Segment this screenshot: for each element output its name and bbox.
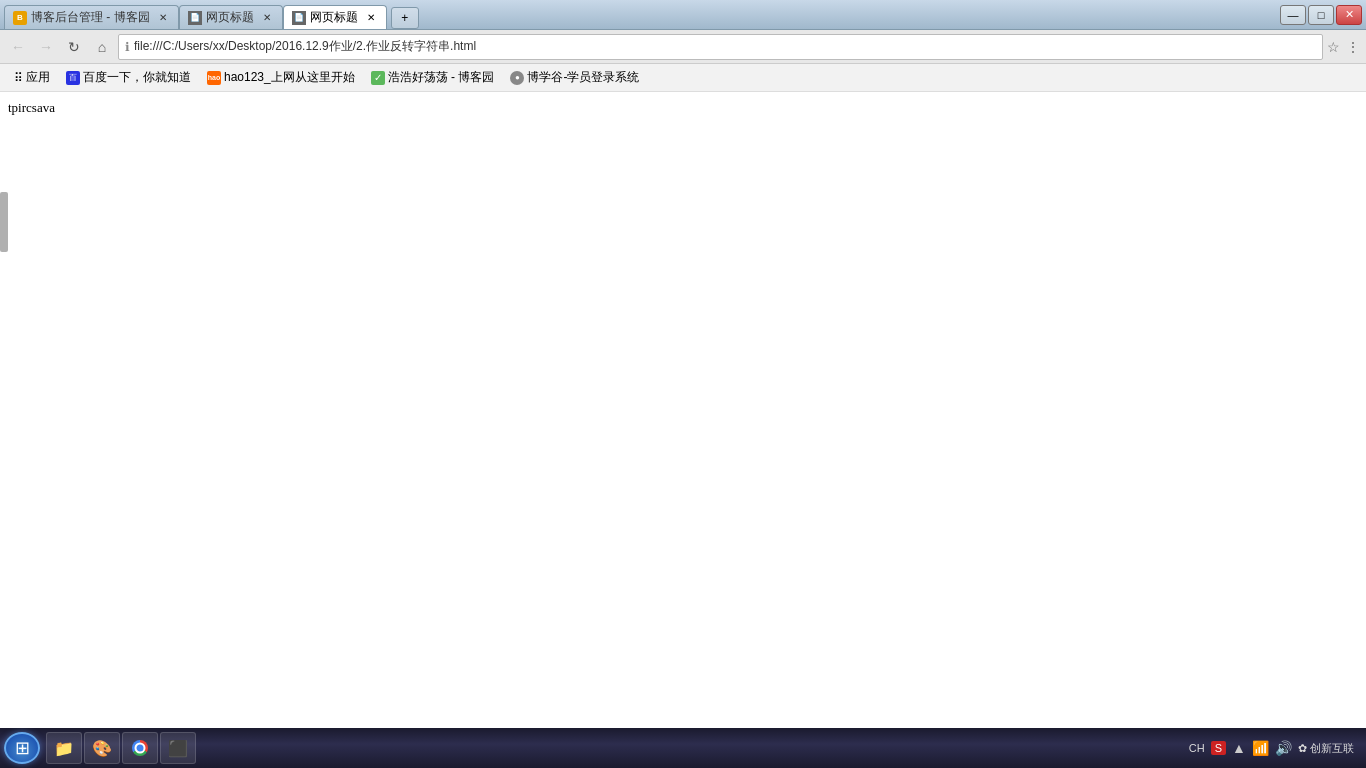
bookmark-baidu-favicon: 百 (66, 71, 80, 85)
bookmark-xueyuan[interactable]: ● 博学谷-学员登录系统 (504, 67, 645, 88)
nav-right-icons: ☆ ⋮ (1327, 39, 1360, 55)
tray-network-icon[interactable]: 📶 (1252, 740, 1269, 756)
tray-lang[interactable]: CH (1189, 742, 1205, 754)
reload-button[interactable]: ↻ (62, 35, 86, 59)
page-text: tpircsava (8, 100, 55, 115)
bookmark-hao123-favicon: hao (207, 71, 221, 85)
tab-page2-label: 网页标题 (206, 9, 254, 26)
tab-blog-close[interactable]: ✕ (156, 11, 170, 25)
bookmark-blog-label: 浩浩好荡荡 - 博客园 (388, 69, 495, 86)
bookmark-hao123[interactable]: hao hao123_上网从这里开始 (201, 67, 361, 88)
home-button[interactable]: ⌂ (90, 35, 114, 59)
back-button[interactable]: ← (6, 35, 30, 59)
taskbar-app1[interactable]: 🎨 (84, 732, 120, 764)
app1-icon: 🎨 (92, 739, 112, 758)
system-tray: CH S ▲ 📶 🔊 ✿ 创新互联 (1181, 740, 1362, 756)
content-area: tpircsava (0, 92, 1366, 728)
tab-bar: B 博客后台管理 - 博客园 ✕ 📄 网页标题 ✕ 📄 网页标题 ✕ + (4, 0, 1280, 29)
browser-window: B 博客后台管理 - 博客园 ✕ 📄 网页标题 ✕ 📄 网页标题 ✕ + — □… (0, 0, 1366, 768)
address-text: file:///C:/Users/xx/Desktop/2016.12.9作业/… (134, 38, 1316, 55)
tab-page2-favicon: 📄 (188, 11, 202, 25)
taskbar-chrome[interactable] (122, 732, 158, 764)
bookmark-xueyuan-label: 博学谷-学员登录系统 (527, 69, 639, 86)
tray-arrow-icon[interactable]: ▲ (1232, 740, 1246, 756)
tab-page3[interactable]: 📄 网页标题 ✕ (283, 5, 387, 29)
tab-page2-close[interactable]: ✕ (260, 11, 274, 25)
explorer-icon: 📁 (54, 739, 74, 758)
app2-icon: ⬛ (168, 739, 188, 758)
bookmark-baidu-label: 百度一下，你就知道 (83, 69, 191, 86)
tray-volume-icon[interactable]: 🔊 (1275, 740, 1292, 756)
taskbar: ⊞ 📁 🎨 ⬛ CH S ▲ 📶 🔊 ✿ 创新互联 (0, 728, 1366, 768)
tab-page3-label: 网页标题 (310, 9, 358, 26)
tab-blog-label: 博客后台管理 - 博客园 (31, 9, 150, 26)
taskbar-app2[interactable]: ⬛ (160, 732, 196, 764)
title-bar: B 博客后台管理 - 博客园 ✕ 📄 网页标题 ✕ 📄 网页标题 ✕ + — □… (0, 0, 1366, 30)
tab-blog[interactable]: B 博客后台管理 - 博客园 ✕ (4, 5, 179, 29)
menu-icon[interactable]: ⋮ (1346, 39, 1360, 55)
tab-page3-favicon: 📄 (292, 11, 306, 25)
security-icon: ℹ (125, 40, 130, 54)
forward-button[interactable]: → (34, 35, 58, 59)
tab-page3-close[interactable]: ✕ (364, 11, 378, 25)
chrome-icon (132, 740, 148, 756)
bookmark-xueyuan-favicon: ● (510, 71, 524, 85)
start-button[interactable]: ⊞ (4, 732, 40, 764)
tab-page2[interactable]: 📄 网页标题 ✕ (179, 5, 283, 29)
maximize-button[interactable]: □ (1308, 5, 1334, 25)
bookmark-baidu[interactable]: 百 百度一下，你就知道 (60, 67, 197, 88)
bookmark-star-icon[interactable]: ☆ (1327, 39, 1340, 55)
apps-label: 应用 (26, 69, 50, 86)
window-controls: — □ ✕ (1280, 5, 1362, 25)
bookmark-blog[interactable]: ✓ 浩浩好荡荡 - 博客园 (365, 67, 501, 88)
tab-blog-favicon: B (13, 11, 27, 25)
address-bar[interactable]: ℹ file:///C:/Users/xx/Desktop/2016.12.9作… (118, 34, 1323, 60)
taskbar-explorer[interactable]: 📁 (46, 732, 82, 764)
tray-brand: ✿ 创新互联 (1298, 741, 1354, 756)
bookmarks-bar: ⠿ 应用 百 百度一下，你就知道 hao hao123_上网从这里开始 ✓ 浩浩… (0, 64, 1366, 92)
close-button[interactable]: ✕ (1336, 5, 1362, 25)
bookmark-hao123-label: hao123_上网从这里开始 (224, 69, 355, 86)
apps-grid-icon: ⠿ (14, 71, 23, 85)
minimize-button[interactable]: — (1280, 5, 1306, 25)
new-tab-button[interactable]: + (391, 7, 419, 29)
tray-ime[interactable]: S (1211, 741, 1226, 755)
page-content: tpircsava (0, 92, 1366, 124)
apps-button[interactable]: ⠿ 应用 (8, 67, 56, 88)
scrollbar-left[interactable] (0, 192, 8, 252)
bookmark-blog-favicon: ✓ (371, 71, 385, 85)
navigation-bar: ← → ↻ ⌂ ℹ file:///C:/Users/xx/Desktop/20… (0, 30, 1366, 64)
